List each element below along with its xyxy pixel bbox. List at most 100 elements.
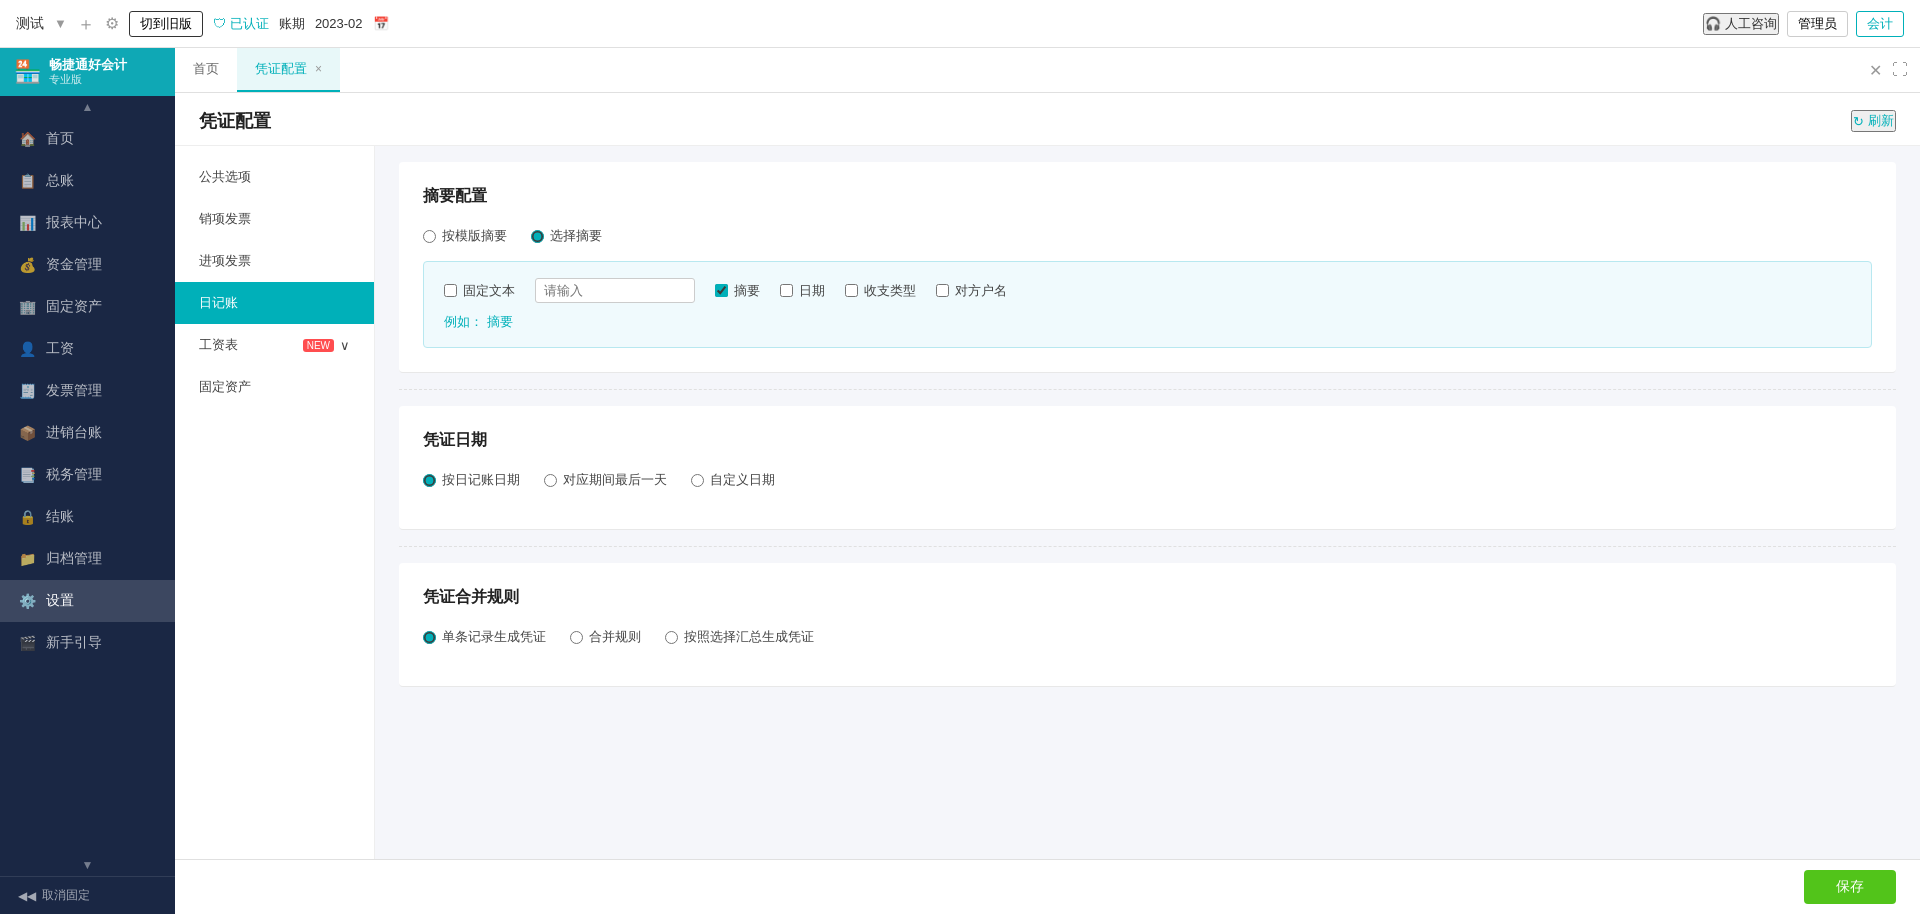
sidebar-item-purchase-sales[interactable]: 📦 进销台账 [0, 412, 175, 454]
config-nav-payroll[interactable]: 工资表 NEW ∨ [175, 324, 374, 366]
add-icon[interactable]: ＋ [77, 12, 95, 36]
fixed-text-input[interactable] [535, 278, 695, 303]
period-last-option[interactable]: 对应期间最后一天 [544, 471, 667, 489]
sidebar-item-assets[interactable]: 🏢 固定资产 [0, 286, 175, 328]
config-right: 摘要配置 按模版摘要 选择摘要 [375, 146, 1920, 914]
custom-date-radio[interactable] [691, 474, 704, 487]
counterpart-checkbox-item[interactable]: 对方户名 [936, 282, 1007, 300]
custom-date-label: 自定义日期 [710, 471, 775, 489]
calendar-icon[interactable]: 📅 [373, 16, 389, 31]
sidebar-item-label: 进销台账 [46, 424, 102, 442]
sidebar-item-label: 结账 [46, 508, 74, 526]
date-checkbox[interactable] [780, 284, 793, 297]
headset-icon: 🎧 [1705, 16, 1721, 31]
section-divider-2 [399, 546, 1896, 547]
accountant-button[interactable]: 会计 [1856, 11, 1904, 37]
settings-icon[interactable]: ⚙ [105, 14, 119, 33]
sidebar-item-closing[interactable]: 🔒 结账 [0, 496, 175, 538]
abstract-radio-group: 按模版摘要 选择摘要 [423, 227, 1872, 245]
manager-button[interactable]: 管理员 [1787, 11, 1848, 37]
merge-rule-option[interactable]: 合并规则 [570, 628, 641, 646]
sidebar-item-guide[interactable]: 🎬 新手引导 [0, 622, 175, 664]
fixed-text-checkbox[interactable] [444, 284, 457, 297]
abstract-select-radio[interactable] [531, 230, 544, 243]
sidebar-item-home[interactable]: 🏠 首页 [0, 118, 175, 160]
config-nav-sales-invoice[interactable]: 销项发票 [175, 198, 374, 240]
shield-icon: 🛡 [213, 16, 226, 31]
expand-arrow-icon: ∨ [340, 338, 350, 353]
human-consult-button[interactable]: 🎧 人工咨询 [1703, 13, 1779, 35]
abstract-checkbox[interactable] [715, 284, 728, 297]
abstract-template-radio[interactable] [423, 230, 436, 243]
main-layout: 🏪 畅捷通好会计 专业版 ▲ 🏠 首页 📋 总账 📊 报表中心 💰 资金 [0, 48, 1920, 914]
summary-radio[interactable] [665, 631, 678, 644]
sidebar-scroll-up[interactable]: ▲ [0, 96, 175, 118]
merge-rule-radio[interactable] [570, 631, 583, 644]
counterpart-label: 对方户名 [955, 282, 1007, 300]
sidebar-item-settings[interactable]: ⚙️ 设置 [0, 580, 175, 622]
example-prefix: 例如： [444, 314, 483, 329]
date-radio-group: 按日记账日期 对应期间最后一天 自定义日期 [423, 471, 1872, 489]
home-icon: 🏠 [18, 130, 36, 148]
sidebar-item-tax[interactable]: 📑 税务管理 [0, 454, 175, 496]
fixed-text-checkbox-item[interactable]: 固定文本 [444, 282, 515, 300]
sidebar-item-payroll[interactable]: 👤 工资 [0, 328, 175, 370]
page-footer: 保存 [175, 859, 1920, 914]
tab-active-label: 凭证配置 [255, 60, 307, 78]
sidebar-item-label: 资金管理 [46, 256, 102, 274]
invoice-icon: 🧾 [18, 382, 36, 400]
save-button[interactable]: 保存 [1804, 870, 1896, 904]
income-type-checkbox[interactable] [845, 284, 858, 297]
merge-radio-group: 单条记录生成凭证 合并规则 按照选择汇总生成凭证 [423, 628, 1872, 646]
summary-label: 按照选择汇总生成凭证 [684, 628, 814, 646]
config-nav-public[interactable]: 公共选项 [175, 156, 374, 198]
refresh-button[interactable]: ↻ 刷新 [1851, 110, 1896, 132]
single-record-option[interactable]: 单条记录生成凭证 [423, 628, 546, 646]
config-nav-purchase-invoice[interactable]: 进项发票 [175, 240, 374, 282]
tab-home[interactable]: 首页 [175, 48, 237, 92]
sidebar-item-capital[interactable]: 💰 资金管理 [0, 244, 175, 286]
tab-close-button[interactable]: × [315, 62, 322, 76]
abstract-select-option[interactable]: 选择摘要 [531, 227, 602, 245]
counterpart-checkbox[interactable] [936, 284, 949, 297]
ledger-icon: 📋 [18, 172, 36, 190]
journal-date-option[interactable]: 按日记账日期 [423, 471, 520, 489]
sidebar-item-ledger[interactable]: 📋 总账 [0, 160, 175, 202]
tab-voucher-config[interactable]: 凭证配置 × [237, 48, 340, 92]
payroll-nav-label: 工资表 [199, 336, 238, 354]
logo-main-text: 畅捷通好会计 [49, 57, 127, 73]
sidebar-scroll-down[interactable]: ▼ [0, 854, 175, 876]
close-window-icon[interactable]: ✕ [1869, 61, 1882, 80]
abstract-template-label: 按模版摘要 [442, 227, 507, 245]
switch-old-button[interactable]: 切到旧版 [129, 11, 203, 37]
top-bar-actions: 🎧 人工咨询 管理员 会计 [1703, 11, 1904, 37]
period-last-label: 对应期间最后一天 [563, 471, 667, 489]
config-nav-fixed-assets[interactable]: 固定资产 [175, 366, 374, 408]
custom-date-option[interactable]: 自定义日期 [691, 471, 775, 489]
page-header: 凭证配置 ↻ 刷新 [175, 93, 1920, 146]
period-label: 账期 [279, 15, 305, 33]
sidebar-item-archive[interactable]: 📁 归档管理 [0, 538, 175, 580]
period-last-radio[interactable] [544, 474, 557, 487]
date-checkbox-item[interactable]: 日期 [780, 282, 825, 300]
sidebar-item-label: 总账 [46, 172, 74, 190]
config-nav-journal[interactable]: 日记账 [175, 282, 374, 324]
single-record-radio[interactable] [423, 631, 436, 644]
cancel-fixed-button[interactable]: ◀◀ 取消固定 [0, 876, 175, 914]
sidebar-item-invoice-mgmt[interactable]: 🧾 发票管理 [0, 370, 175, 412]
abstract-template-option[interactable]: 按模版摘要 [423, 227, 507, 245]
summary-option[interactable]: 按照选择汇总生成凭证 [665, 628, 814, 646]
sidebar-item-label: 工资 [46, 340, 74, 358]
merge-section-title: 凭证合并规则 [423, 587, 1872, 608]
income-type-label: 收支类型 [864, 282, 916, 300]
expand-icon[interactable]: ⛶ [1892, 61, 1908, 79]
income-type-checkbox-item[interactable]: 收支类型 [845, 282, 916, 300]
sidebar-item-label: 首页 [46, 130, 74, 148]
cancel-fixed-label: 取消固定 [42, 887, 90, 904]
abstract-checkbox-item[interactable]: 摘要 [715, 282, 760, 300]
journal-date-label: 按日记账日期 [442, 471, 520, 489]
capital-icon: 💰 [18, 256, 36, 274]
sidebar-item-reports[interactable]: 📊 报表中心 [0, 202, 175, 244]
journal-date-radio[interactable] [423, 474, 436, 487]
dropdown-icon[interactable]: ▼ [54, 16, 67, 31]
